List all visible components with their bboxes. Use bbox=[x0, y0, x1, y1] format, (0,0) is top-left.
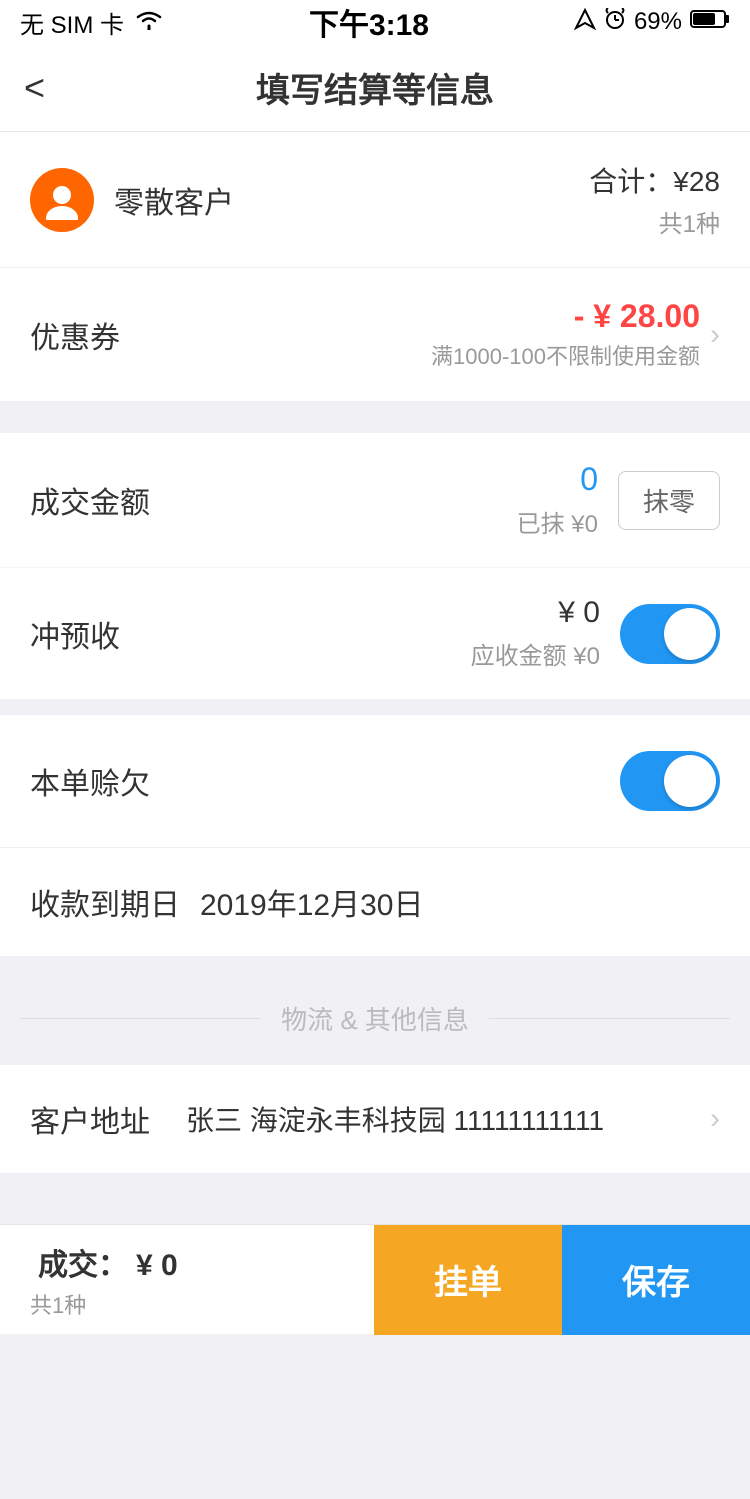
deal-amount-value-area: 0 已抹 ¥0 抹零 bbox=[517, 461, 720, 539]
nav-bar: < 填写结算等信息 bbox=[0, 44, 750, 132]
bottom-deal-text: 成交：¥ 0 bbox=[30, 1240, 344, 1284]
bottom-deal-label: 成交： bbox=[38, 1249, 128, 1282]
bottom-bar: 成交：¥ 0 共1种 挂单 保存 bbox=[0, 1224, 750, 1334]
debt-toggle[interactable] bbox=[620, 751, 720, 811]
logistics-line-left bbox=[20, 1018, 261, 1019]
address-row[interactable]: 客户地址 张三 海淀永丰科技园 11111111111 › bbox=[0, 1065, 750, 1173]
debt-section: 本单赊欠 收款到期日 2019年12月30日 bbox=[0, 715, 750, 956]
location-icon bbox=[574, 8, 596, 37]
address-chevron-icon: › bbox=[710, 1102, 720, 1136]
logistics-section-header: 物流 & 其他信息 bbox=[0, 980, 750, 1057]
debt-toggle-knob bbox=[664, 755, 716, 807]
battery-percentage: 69% bbox=[634, 8, 682, 36]
due-date-label: 收款到期日 bbox=[30, 880, 180, 924]
coupon-value: - ¥ 28.00 满1000-100不限制使用金额 bbox=[431, 298, 700, 371]
status-right: 69% bbox=[574, 8, 730, 37]
prepay-label: 冲预收 bbox=[30, 612, 120, 656]
chevron-right-icon: › bbox=[710, 318, 720, 352]
battery-icon bbox=[690, 8, 730, 37]
customer-left: 零散客户 bbox=[30, 168, 234, 232]
page-title: 填写结算等信息 bbox=[256, 63, 494, 112]
status-bar: 无 SIM 卡 下午3:18 69% bbox=[0, 0, 750, 44]
coupon-row[interactable]: 优惠券 - ¥ 28.00 满1000-100不限制使用金额 › bbox=[0, 267, 750, 401]
customer-name: 零散客户 bbox=[114, 178, 234, 222]
total-amount: 合计：¥28 bbox=[589, 160, 720, 200]
address-value: 张三 海淀永丰科技园 11111111111 bbox=[186, 1099, 700, 1139]
coupon-desc: 满1000-100不限制使用金额 bbox=[431, 339, 700, 371]
customer-row: 零散客户 合计：¥28 共1种 bbox=[0, 132, 750, 267]
bottom-summary: 成交：¥ 0 共1种 bbox=[0, 1240, 374, 1320]
section-divider-1 bbox=[0, 417, 750, 433]
deal-amount-label: 成交金额 bbox=[30, 478, 170, 522]
coupon-label: 优惠券 bbox=[30, 313, 120, 357]
bottom-count: 共1种 bbox=[30, 1288, 344, 1320]
total-count: 共1种 bbox=[589, 204, 720, 239]
address-label: 客户地址 bbox=[30, 1097, 170, 1141]
due-date-row: 收款到期日 2019年12月30日 bbox=[0, 847, 750, 956]
customer-summary: 合计：¥28 共1种 bbox=[589, 160, 720, 239]
section-divider-3 bbox=[0, 956, 750, 972]
debt-row: 本单赊欠 bbox=[0, 715, 750, 847]
status-left: 无 SIM 卡 bbox=[20, 5, 164, 40]
prepay-sub: 应收金额 ¥0 bbox=[471, 636, 600, 671]
status-time: 下午3:18 bbox=[309, 0, 429, 44]
deal-amount-sub: 已抹 ¥0 bbox=[517, 504, 598, 539]
avatar bbox=[30, 168, 94, 232]
hold-button[interactable]: 挂单 bbox=[374, 1225, 562, 1335]
sim-text: 无 SIM 卡 bbox=[20, 5, 124, 40]
prepay-right: ¥ 0 应收金额 ¥0 bbox=[471, 596, 720, 671]
prepay-toggle[interactable] bbox=[620, 604, 720, 664]
deal-amount-row: 成交金额 0 已抹 ¥0 抹零 bbox=[0, 433, 750, 568]
coupon-amount: - ¥ 28.00 bbox=[431, 298, 700, 335]
alarm-icon bbox=[604, 8, 626, 37]
debt-label: 本单赊欠 bbox=[30, 759, 150, 803]
back-button[interactable]: < bbox=[24, 67, 45, 109]
logistics-label: 物流 & 其他信息 bbox=[281, 1000, 469, 1037]
toggle-knob bbox=[664, 608, 716, 660]
round-zero-button[interactable]: 抹零 bbox=[618, 471, 720, 530]
prepay-amount: ¥ 0 bbox=[471, 596, 600, 630]
deal-amount-section: 成交金额 0 已抹 ¥0 抹零 冲预收 ¥ 0 应收金额 ¥0 bbox=[0, 433, 750, 699]
bottom-deal-amount: ¥ 0 bbox=[136, 1249, 178, 1282]
prepay-row: 冲预收 ¥ 0 应收金额 ¥0 bbox=[0, 568, 750, 699]
save-button[interactable]: 保存 bbox=[562, 1225, 750, 1335]
wifi-icon bbox=[134, 8, 164, 37]
section-divider-2 bbox=[0, 699, 750, 715]
customer-card: 零散客户 合计：¥28 共1种 优惠券 - ¥ 28.00 满1000-100不… bbox=[0, 132, 750, 401]
logistics-line-right bbox=[489, 1018, 730, 1019]
due-date-value: 2019年12月30日 bbox=[200, 880, 423, 924]
deal-amount-input[interactable]: 0 bbox=[517, 461, 598, 498]
coupon-right: - ¥ 28.00 满1000-100不限制使用金额 › bbox=[431, 298, 720, 371]
